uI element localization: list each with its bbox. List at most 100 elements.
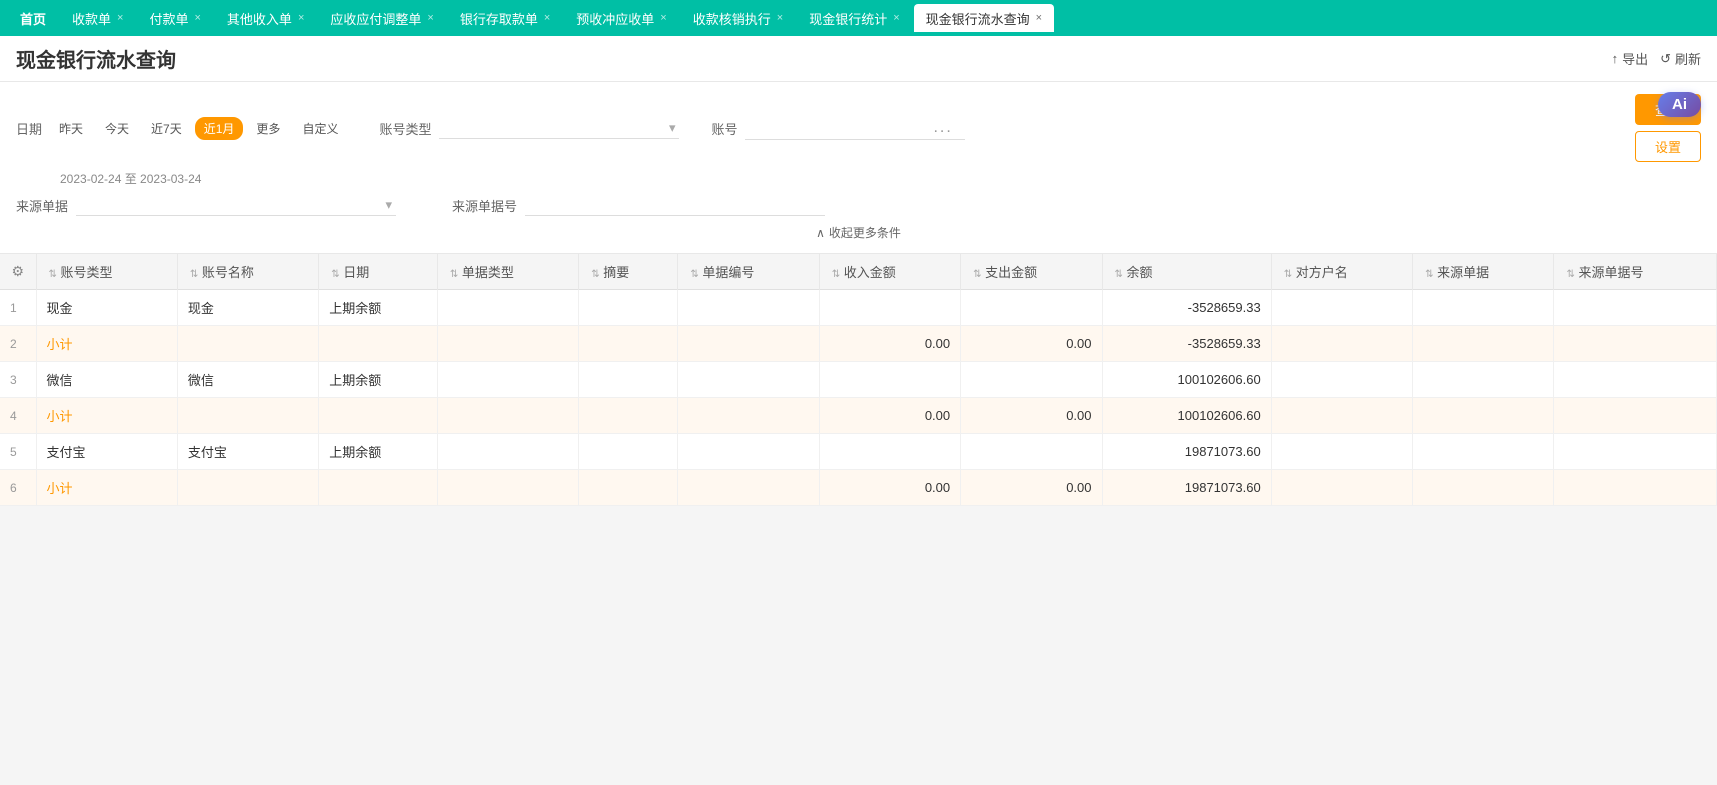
table-row: 4小计0.000.00100102606.60 [0,398,1717,434]
date-btn-more[interactable]: 更多 [247,117,289,140]
table-row: 1现金现金上期余额-3528659.33 [0,290,1717,326]
cell-expense [961,362,1102,398]
cell-doc-type [437,362,578,398]
close-icon[interactable]: × [427,12,433,24]
nav-tab-collection-exec[interactable]: 收款核销执行 × [681,4,795,32]
close-icon[interactable]: × [194,12,200,24]
th-account-name[interactable]: ⇅ 账号名称 [177,254,318,290]
close-icon[interactable]: × [660,12,666,24]
th-doc-no[interactable]: ⇅ 单据编号 [678,254,819,290]
close-icon[interactable]: × [1036,12,1042,24]
cell-summary [579,398,678,434]
cell-summary [579,362,678,398]
cell-expense: 0.00 [961,326,1102,362]
th-income[interactable]: ⇅ 收入金额 [819,254,960,290]
cell-expense: 0.00 [961,470,1102,506]
close-icon[interactable]: × [298,12,304,24]
th-source-doc[interactable]: ⇅ 来源单据 [1413,254,1554,290]
nav-tab-prepay[interactable]: 预收冲应收单 × [564,4,678,32]
close-icon[interactable]: × [544,12,550,24]
date-btn-yesterday[interactable]: 昨天 [50,117,92,140]
date-btn-7days[interactable]: 近7天 [142,117,191,140]
close-icon[interactable]: × [777,12,783,24]
source-doc-num-label: 来源单据号 [452,196,517,215]
more-options-icon[interactable]: ... [933,119,952,137]
cell-doc-type [437,434,578,470]
cell-account-name [177,326,318,362]
cell-income: 0.00 [819,398,960,434]
source-doc-num-input[interactable] [525,196,825,216]
cell-summary [579,470,678,506]
nav-tab-cash-bank-stat[interactable]: 现金银行统计 × [797,4,911,32]
cell-balance: 19871073.60 [1102,470,1271,506]
th-doc-type[interactable]: ⇅ 单据类型 [437,254,578,290]
cell-account-type: 微信 [36,362,177,398]
refresh-button[interactable]: ↺ 刷新 [1660,49,1701,68]
nav-tab-payment[interactable]: 付款单 × [137,4,212,32]
date-btn-1month[interactable]: 近1月 [195,117,244,140]
nav-tab-bank-deposit[interactable]: 银行存取款单 × [448,4,562,32]
settings-button[interactable]: 设置 [1635,131,1701,162]
date-btn-custom[interactable]: 自定义 [293,117,347,140]
header-actions: ↑ 导出 ↺ 刷新 [1612,49,1701,68]
account-type-select[interactable]: ▾ [439,118,679,139]
th-expense[interactable]: ⇅ 支出金额 [961,254,1102,290]
data-table-container: ⚙ ⇅ 账号类型 ⇅ 账号名称 ⇅ 日期 ⇅ 单据类型 [0,254,1717,506]
close-icon[interactable]: × [893,12,899,24]
cell-date: 上期余额 [319,290,438,326]
cell-doc-no [678,290,819,326]
cell-doc-type [437,398,578,434]
th-account-type[interactable]: ⇅ 账号类型 [36,254,177,290]
account-type-filter-item: 账号类型 ▾ [379,118,679,139]
cell-account-type: 小计 [36,470,177,506]
nav-tab-other-income[interactable]: 其他收入单 × [215,4,316,32]
nav-tab-receipt[interactable]: 收款单 × [60,4,135,32]
cell-doc-no [678,470,819,506]
cell-doc-no [678,326,819,362]
source-doc-select[interactable]: ▾ [76,195,396,216]
gear-column-header[interactable]: ⚙ [0,254,36,290]
cell-account-type: 小计 [36,326,177,362]
date-btn-today[interactable]: 今天 [96,117,138,140]
th-source-doc-no[interactable]: ⇅ 来源单据号 [1554,254,1717,290]
nav-tab-ar-ap-adjust[interactable]: 应收应付调整单 × [318,4,445,32]
sort-icon: ⇅ [1284,269,1292,280]
cell-account-name: 现金 [177,290,318,326]
th-counterpart[interactable]: ⇅ 对方户名 [1271,254,1412,290]
date-range-display: 2023-02-24 至 2023-03-24 [56,170,1701,187]
nav-tab-cash-bank-flow[interactable]: 现金银行流水查询 × [914,4,1054,32]
cell-source-doc [1413,398,1554,434]
th-date[interactable]: ⇅ 日期 [319,254,438,290]
th-summary[interactable]: ⇅ 摘要 [579,254,678,290]
close-icon[interactable]: × [117,12,123,24]
cell-counterpart [1271,326,1412,362]
table-row: 2小计0.000.00-3528659.33 [0,326,1717,362]
row-number: 4 [0,398,36,434]
sort-icon: ⇅ [591,269,599,280]
th-balance[interactable]: ⇅ 余额 [1102,254,1271,290]
cell-expense [961,290,1102,326]
cell-balance: 100102606.60 [1102,362,1271,398]
cell-balance: -3528659.33 [1102,326,1271,362]
cell-counterpart [1271,362,1412,398]
cell-source-doc-no [1554,326,1717,362]
export-button[interactable]: ↑ 导出 [1612,49,1649,68]
sort-icon: ⇅ [690,269,698,280]
chevron-down-icon: ▾ [669,120,676,136]
collapse-button[interactable]: ∧ 收起更多条件 [16,224,1701,241]
date-range-text: 2023-02-24 至 2023-03-24 [60,172,201,186]
chevron-up-icon: ∧ [816,226,825,240]
sort-icon: ⇅ [1115,269,1123,280]
cell-income: 0.00 [819,470,960,506]
cell-source-doc-no [1554,434,1717,470]
cell-doc-type [437,326,578,362]
cell-date [319,470,438,506]
account-input[interactable] [749,118,933,137]
nav-tab-home[interactable]: 首页 [8,4,58,32]
ai-badge[interactable]: Ai [1658,92,1701,117]
cell-account-name [177,398,318,434]
cell-source-doc [1413,362,1554,398]
sort-icon: ⇅ [49,269,57,280]
sort-icon: ⇅ [832,269,840,280]
cell-income [819,434,960,470]
